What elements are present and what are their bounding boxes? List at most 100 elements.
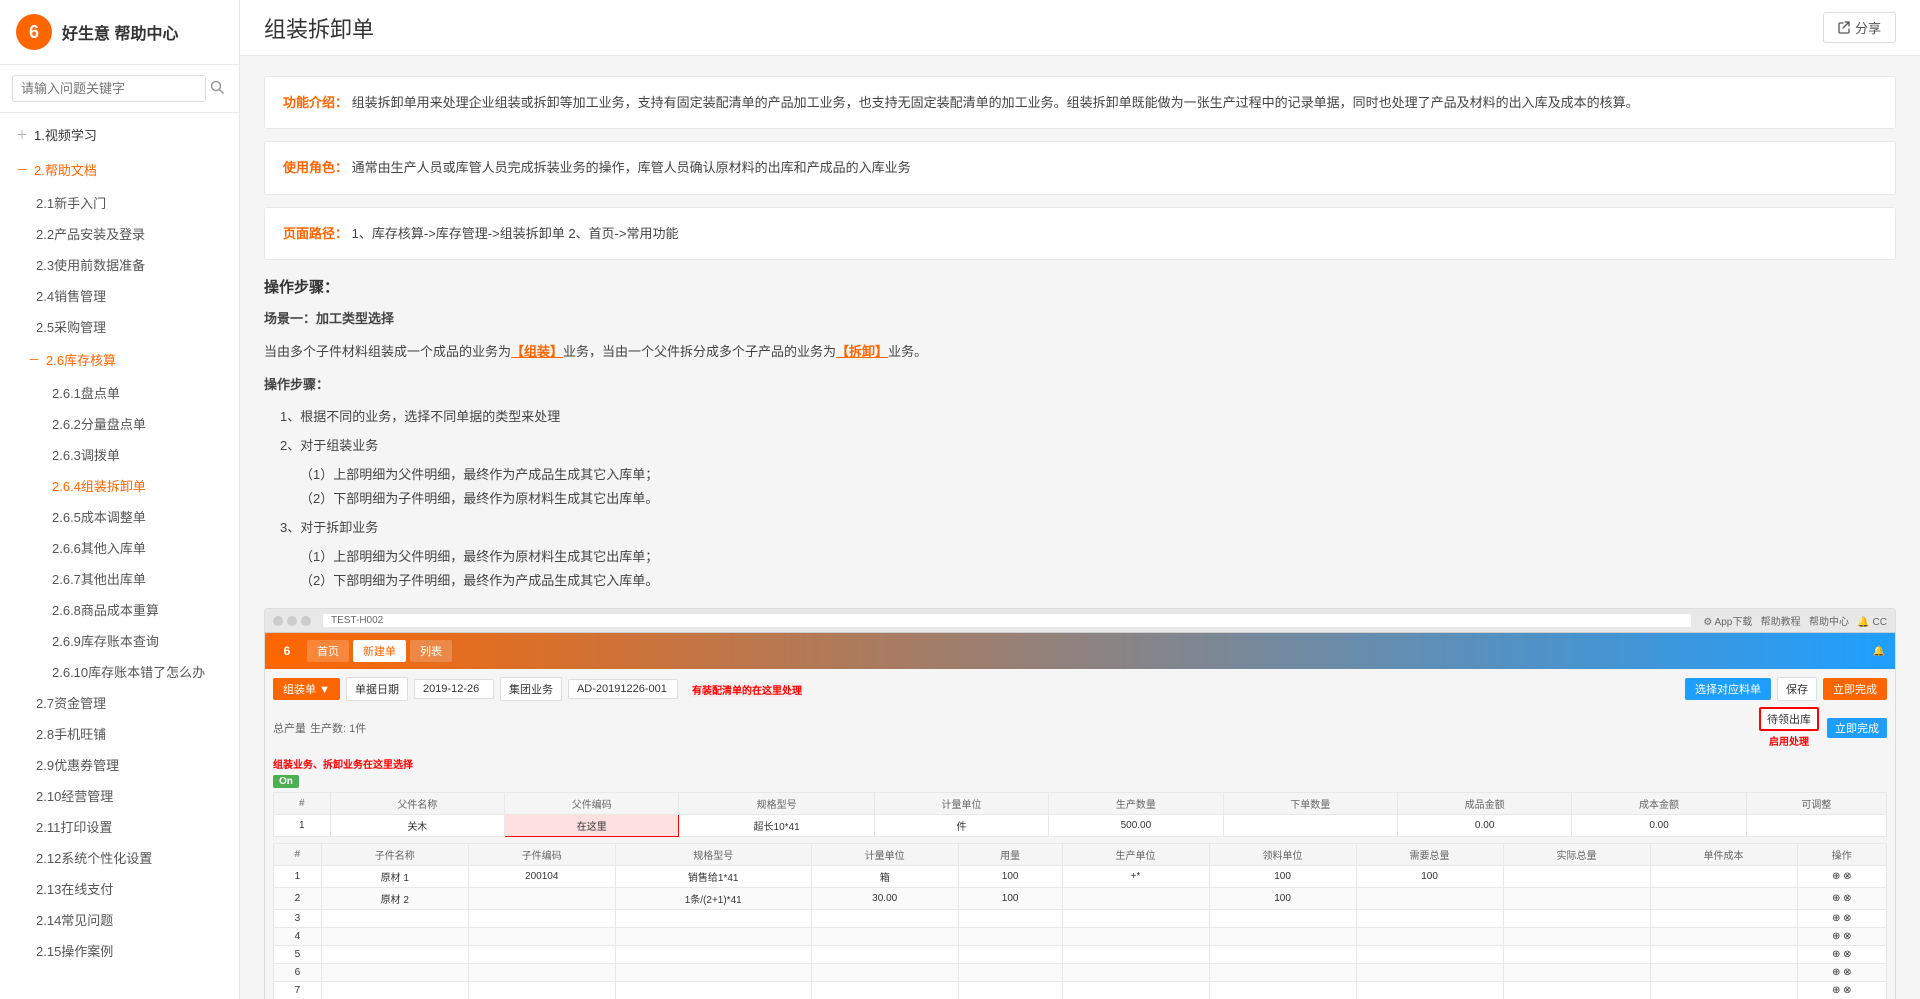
- ops-title: 操作步骤：: [264, 276, 1896, 297]
- ss-th-parent-name: 父件名称: [330, 793, 504, 815]
- sidebar-item-sales[interactable]: 2.4销售管理: [0, 280, 239, 311]
- sidebar-item-data-prep[interactable]: 2.3使用前数据准备: [0, 249, 239, 280]
- ss-th-cost-amount: 成本金额: [1572, 793, 1746, 815]
- sidebar-item-264[interactable]: 2.6.4组装拆卸单: [0, 470, 239, 501]
- sidebar-item-payment[interactable]: 2.13在线支付: [0, 873, 239, 904]
- search-input[interactable]: [12, 75, 206, 102]
- window-dot-3: [301, 616, 311, 626]
- table-row: 1原材 1200104销售给1*41箱100+*100100⊕ ⊗: [274, 866, 1887, 888]
- ss-btn-type[interactable]: 组装单 ▼: [273, 678, 340, 700]
- ss-btn-submit[interactable]: 立即完成: [1823, 678, 1887, 700]
- logo-area: 6 好生意 帮助中心: [0, 0, 239, 65]
- table-row: 7⊕ ⊗: [274, 982, 1887, 999]
- sidebar-item-faq[interactable]: 2.14常见问题: [0, 904, 239, 935]
- sidebar-item-266[interactable]: 2.6.6其他入库单: [0, 532, 239, 563]
- address-bar: TEST-H002: [323, 614, 1691, 627]
- ss-th-spec: 规格型号: [679, 793, 874, 815]
- intro-box: 功能介绍： 组装拆卸单用来处理企业组装或拆卸等加工业务，支持有固定装配清单的产品…: [264, 76, 1896, 129]
- window-dot-1: [273, 616, 283, 626]
- sidebar-item-mobile[interactable]: 2.8手机旺铺: [0, 718, 239, 749]
- step3-2: （2）下部明细为子件明细，最终作为产成品生成其它入库单。: [300, 569, 1896, 594]
- share-button[interactable]: 分享: [1823, 12, 1896, 43]
- ss-user-area: 🔔: [1873, 646, 1885, 657]
- sidebar-item-beginner[interactable]: 2.1新手入门: [0, 187, 239, 218]
- intro-text: 组装拆卸单用来处理企业组装或拆卸等加工业务，支持有固定装配清单的产品加工业务，也…: [352, 95, 1639, 110]
- ss-tab-list: 列表: [410, 640, 452, 662]
- ss-table-children: # 子件名称 子件编码 规格型号 计量单位 用量 生产单位 领料单位 需要总量 …: [273, 843, 1887, 999]
- sidebar-item-263[interactable]: 2.6.3调拨单: [0, 439, 239, 470]
- ss-nav-area: 首页 新建单 列表: [307, 640, 452, 662]
- ops-section: 操作步骤： 场景一：加工类型选择 当由多个子件材料组装成一个成品的业务为【组装】…: [264, 276, 1896, 999]
- table-row: 5⊕ ⊗: [274, 946, 1887, 964]
- ss-th-adjustable: 可调整: [1746, 793, 1886, 815]
- page-title: 组装拆卸单: [264, 12, 374, 44]
- step2-1: （1）上部明细为父件明细，最终作为产成品生成其它入库单；: [300, 463, 1896, 488]
- screenshot-container: TEST-H002 ⚙ App下载 帮助教程 帮助中心 🔔 CC 6 首页 新建…: [264, 608, 1896, 999]
- intro-label: 功能介绍：: [283, 95, 348, 110]
- ss-btn-select[interactable]: 选择对应料单: [1685, 678, 1771, 700]
- sidebar-item-customization[interactable]: 2.12系统个性化设置: [0, 842, 239, 873]
- step2-2: （2）下部明细为子件明细，最终作为原材料生成其它出库单。: [300, 487, 1896, 512]
- path-text: 1、库存核算->库存管理->组装拆卸单 2、首页->常用功能: [352, 226, 679, 241]
- ss-form-row2: 总产量 生产数: 1件 待领出库 启用处理 立即完成: [273, 707, 1887, 748]
- ss-confirm-btn[interactable]: 立即完成: [1827, 718, 1887, 738]
- step2: 2、对于组装业务: [280, 434, 1896, 459]
- role-text: 通常由生产人员或库管人员完成拆装业务的操作，库管人员确认原材料的出库和产成品的入…: [352, 160, 911, 175]
- sidebar-item-install[interactable]: 2.2产品安装及登录: [0, 218, 239, 249]
- plus-icon: ＋: [16, 126, 28, 143]
- ss-qty-label: 总产量: [273, 720, 306, 736]
- sidebar-item-261[interactable]: 2.6.1盘点单: [0, 377, 239, 408]
- minus-icon: －: [16, 161, 28, 178]
- sidebar-item-coupon[interactable]: 2.9优惠券管理: [0, 749, 239, 780]
- table-row: 2原材 21条/(2+1)*4130.00100100⊕ ⊗: [274, 888, 1887, 910]
- path-box: 页面路径： 1、库存核算->库存管理->组装拆卸单 2、首页->常用功能: [264, 207, 1896, 260]
- sidebar-item-2610[interactable]: 2.6.10库存账本错了怎么办: [0, 656, 239, 687]
- sidebar-item-inventory[interactable]: － 2.6库存核算: [0, 342, 239, 377]
- ss-form-date-value: 2019-12-26: [414, 679, 494, 699]
- search-button[interactable]: [206, 76, 228, 101]
- ss-table-parent: # 父件名称 父件编码 规格型号 计量单位 生产数量 下单数量 成品金额 成本金…: [273, 792, 1887, 837]
- ss-on-area: 待领出库 启用处理: [1759, 707, 1819, 748]
- ss-th-parent-code: 父件编码: [505, 793, 679, 815]
- sidebar-item-video-learning[interactable]: ＋ 1.视频学习: [0, 117, 239, 152]
- minus-icon-2: －: [28, 351, 40, 368]
- annotation-label-1: 有装配清单的在这里处理: [692, 682, 802, 697]
- ss-input-cell-red[interactable]: 在这里: [505, 815, 679, 837]
- sidebar-item-capital[interactable]: 2.7资金管理: [0, 687, 239, 718]
- ss-form-no-label: 集团业务: [500, 677, 562, 701]
- sidebar-item-cases[interactable]: 2.15操作案例: [0, 935, 239, 966]
- app-logo-icon: 6: [16, 14, 52, 50]
- sidebar-item-267[interactable]: 2.6.7其他出库单: [0, 563, 239, 594]
- window-chrome: TEST-H002 ⚙ App下载 帮助教程 帮助中心 🔔 CC: [265, 609, 1895, 633]
- step3: 3、对于拆卸业务: [280, 516, 1896, 541]
- ss-tab-active: 新建单: [353, 640, 406, 662]
- ss-select-material-input[interactable]: 待领出库: [1759, 707, 1819, 731]
- nav-icons: ⚙ App下载 帮助教程 帮助中心 🔔 CC: [1703, 613, 1887, 628]
- ss-form-date-label: 单据日期: [346, 677, 408, 701]
- window-dot-2: [287, 616, 297, 626]
- ss-qty-sub: 生产数: 1件: [310, 720, 366, 736]
- scene1-title: 场景一：加工类型选择: [264, 307, 1896, 332]
- step1: 1、根据不同的业务，选择不同单据的类型来处理: [280, 405, 1896, 430]
- sidebar-item-help-docs[interactable]: － 2.帮助文档: [0, 152, 239, 187]
- content-area: 功能介绍： 组装拆卸单用来处理企业组装或拆卸等加工业务，支持有固定装配清单的产品…: [240, 56, 1920, 999]
- annotation-label-3: 启用处理: [1769, 733, 1809, 748]
- sidebar-item-268[interactable]: 2.6.8商品成本重算: [0, 594, 239, 625]
- ss-app-header: 6 首页 新建单 列表 🔔: [265, 633, 1895, 669]
- sidebar-item-print[interactable]: 2.11打印设置: [0, 811, 239, 842]
- table-row: 6⊕ ⊗: [274, 964, 1887, 982]
- sidebar-item-269[interactable]: 2.6.9库存账本查询: [0, 625, 239, 656]
- table-row: 3⊕ ⊗: [274, 910, 1887, 928]
- on-badge: On: [273, 775, 299, 788]
- sidebar-item-operations[interactable]: 2.10经营管理: [0, 780, 239, 811]
- table-row: 1 关木 在这里 超长10*41 件 500.00 0.00 0.00: [274, 815, 1887, 837]
- sidebar-item-262[interactable]: 2.6.2分量盘点单: [0, 408, 239, 439]
- scene1-desc: 当由多个子件材料组装成一个成品的业务为【组装】业务，当由一个父件拆分成多个子产品…: [264, 340, 1896, 365]
- ss-qty-area: 总产量 生产数: 1件: [273, 720, 366, 736]
- ss-inner-content: 组装单 ▼ 单据日期 2019-12-26 集团业务 AD-20191226-0…: [265, 669, 1895, 999]
- role-label: 使用角色：: [283, 160, 348, 175]
- sidebar-item-purchase[interactable]: 2.5采购管理: [0, 311, 239, 342]
- ss-btn-save[interactable]: 保存: [1777, 677, 1817, 701]
- sidebar-item-265[interactable]: 2.6.5成本调整单: [0, 501, 239, 532]
- ss-th-product-amount: 成品金额: [1397, 793, 1571, 815]
